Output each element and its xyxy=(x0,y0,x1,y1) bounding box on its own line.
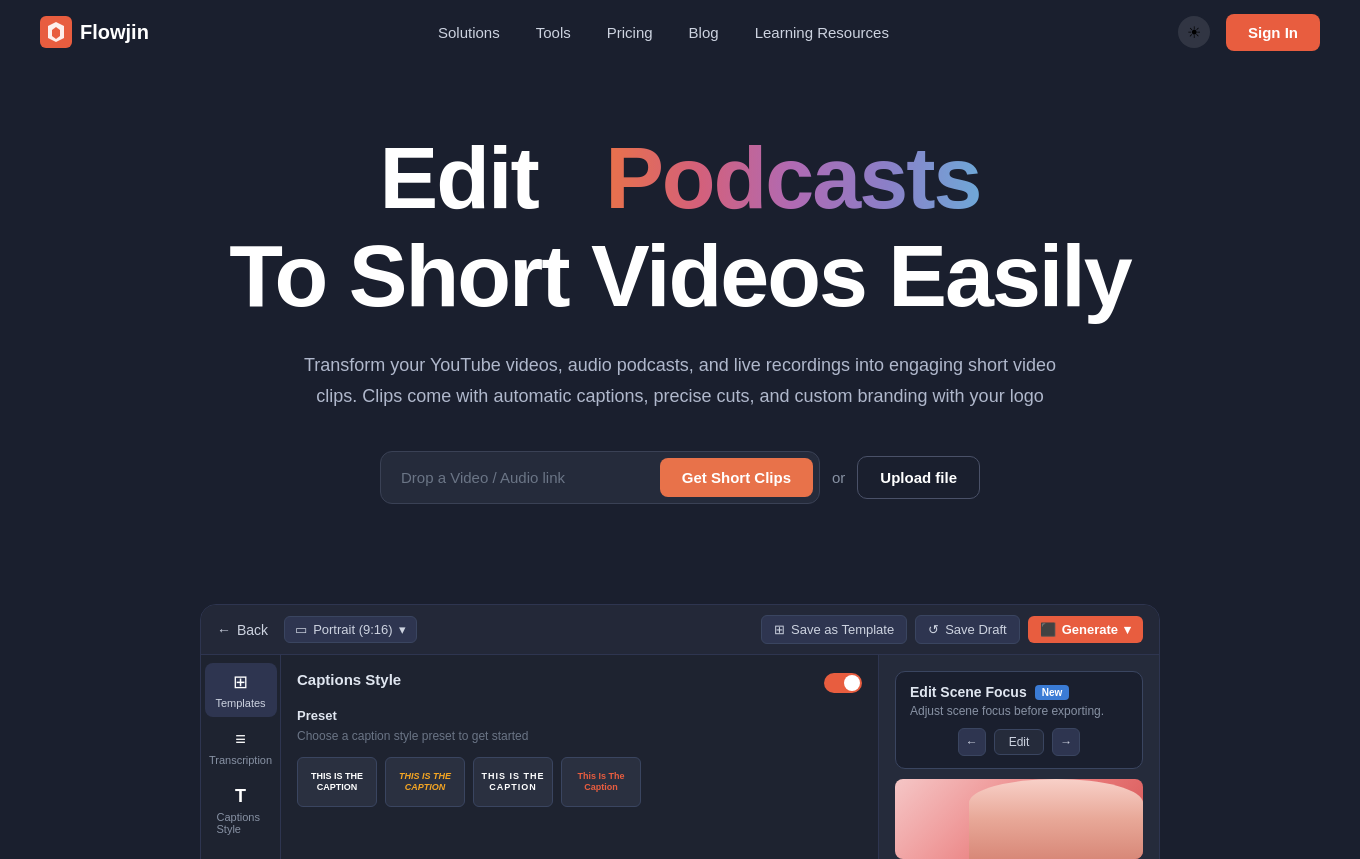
save-template-button[interactable]: ⊞ Save as Template xyxy=(761,615,907,644)
scene-focus-title: Edit Scene Focus xyxy=(910,684,1027,700)
caption-presets: THIS IS THE CAPTION THIS IS THE CAPTION … xyxy=(297,757,862,807)
url-input[interactable] xyxy=(401,469,660,486)
sidebar-transcription-label: Transcription xyxy=(209,754,272,766)
scene-prev-button[interactable]: ← xyxy=(958,728,986,756)
hero-section: Edit Podcasts To Short Videos Easily Tra… xyxy=(0,64,1360,554)
transcription-icon: ≡ xyxy=(235,729,246,750)
edit-focus-button[interactable]: Edit xyxy=(994,729,1045,755)
captions-icon: T xyxy=(235,786,246,807)
caption-preset-2[interactable]: THIS IS THE CAPTION xyxy=(385,757,465,807)
save-draft-label: Save Draft xyxy=(945,622,1006,637)
sidebar-item-templates[interactable]: ⊞ Templates xyxy=(205,663,277,717)
editor-preview: ← Back ▭ Portrait (9:16) ▾ ⊞ Save as Tem… xyxy=(200,604,1160,859)
scene-focus-card: Edit Scene Focus New Adjust scene focus … xyxy=(895,671,1143,769)
scene-focus-desc: Adjust scene focus before exporting. xyxy=(910,704,1128,718)
caption-toggle-row: Captions Style xyxy=(297,671,862,694)
editor-body: ⊞ Templates ≡ Transcription T Captions S… xyxy=(201,655,1159,859)
scene-next-button[interactable]: → xyxy=(1052,728,1080,756)
scene-focus-controls: ← Edit → xyxy=(910,728,1128,756)
sun-icon: ☀ xyxy=(1187,23,1201,42)
hero-title-podcasts: Podcasts xyxy=(605,128,980,227)
logo-text: Flowjin xyxy=(80,21,149,44)
portrait-icon: ▭ xyxy=(295,622,307,637)
upload-file-button[interactable]: Upload file xyxy=(857,456,980,499)
panel-title: Captions Style xyxy=(297,671,401,688)
theme-toggle-button[interactable]: ☀ xyxy=(1178,16,1210,48)
preset-sublabel: Choose a caption style preset to get sta… xyxy=(297,729,862,743)
preset-3-text: THIS IS THE CAPTION xyxy=(478,771,548,793)
nav-tools[interactable]: Tools xyxy=(536,24,571,41)
hero-title-line1: Edit Podcasts xyxy=(20,134,1340,222)
person-silhouette xyxy=(969,779,1143,859)
sidebar-captions-label: Captions Style xyxy=(217,811,265,835)
caption-preset-4[interactable]: This is the caption xyxy=(561,757,641,807)
generate-button[interactable]: ⬛ Generate ▾ xyxy=(1028,616,1143,643)
back-label: Back xyxy=(237,622,268,638)
or-label: or xyxy=(832,469,845,486)
editor-topbar: ← Back ▭ Portrait (9:16) ▾ ⊞ Save as Tem… xyxy=(201,605,1159,655)
hero-input-row: Get Short Clips or Upload file xyxy=(20,451,1340,504)
hero-title-edit: Edit xyxy=(380,128,538,227)
editor-sidebar: ⊞ Templates ≡ Transcription T Captions S… xyxy=(201,655,281,859)
portrait-selector[interactable]: ▭ Portrait (9:16) ▾ xyxy=(284,616,416,643)
editor-right-panel: Edit Scene Focus New Adjust scene focus … xyxy=(879,655,1159,859)
templates-icon: ⊞ xyxy=(233,671,248,693)
caption-toggle[interactable] xyxy=(824,673,862,693)
back-button[interactable]: ← Back xyxy=(217,622,268,638)
scene-focus-header: Edit Scene Focus New xyxy=(910,684,1128,700)
right-arrow-icon: → xyxy=(1060,735,1072,749)
nav-links: Solutions Tools Pricing Blog Learning Re… xyxy=(438,24,889,41)
preset-section: Preset Choose a caption style preset to … xyxy=(297,708,862,743)
generate-chevron-icon: ▾ xyxy=(1124,622,1131,637)
flowjin-logo-icon xyxy=(40,16,72,48)
chevron-down-icon: ▾ xyxy=(399,622,406,637)
editor-topbar-left: ← Back ▭ Portrait (9:16) ▾ xyxy=(217,616,417,643)
sidebar-item-transcription[interactable]: ≡ Transcription xyxy=(205,721,277,774)
editor-panel: Captions Style Preset Choose a caption s… xyxy=(281,655,879,859)
preset-4-text: This is the caption xyxy=(566,771,636,793)
url-input-container: Get Short Clips xyxy=(380,451,820,504)
sidebar-item-captions-style[interactable]: T Captions Style xyxy=(205,778,277,843)
generate-icon: ⬛ xyxy=(1040,622,1056,637)
preset-label: Preset xyxy=(297,708,862,723)
hero-subtitle: Transform your YouTube videos, audio pod… xyxy=(290,350,1070,411)
nav-blog[interactable]: Blog xyxy=(689,24,719,41)
save-template-label: Save as Template xyxy=(791,622,894,637)
sidebar-templates-label: Templates xyxy=(215,697,265,709)
sign-in-button[interactable]: Sign In xyxy=(1226,14,1320,51)
video-thumbnail xyxy=(895,779,1143,859)
get-short-clips-button[interactable]: Get Short Clips xyxy=(660,458,813,497)
save-draft-button[interactable]: ↺ Save Draft xyxy=(915,615,1019,644)
editor-topbar-right: ⊞ Save as Template ↺ Save Draft ⬛ Genera… xyxy=(761,615,1143,644)
nav-right: ☀ Sign In xyxy=(1178,14,1320,51)
caption-preset-3[interactable]: THIS IS THE CAPTION xyxy=(473,757,553,807)
left-arrow-icon: ← xyxy=(966,735,978,749)
draft-icon: ↺ xyxy=(928,622,939,637)
caption-preset-1[interactable]: THIS IS THE CAPTION xyxy=(297,757,377,807)
preset-1-text: THIS IS THE CAPTION xyxy=(302,771,372,793)
back-arrow-icon: ← xyxy=(217,622,231,638)
preset-2-text: THIS IS THE CAPTION xyxy=(390,771,460,793)
logo[interactable]: Flowjin xyxy=(40,16,149,48)
template-icon: ⊞ xyxy=(774,622,785,637)
navbar: Flowjin Solutions Tools Pricing Blog Lea… xyxy=(0,0,1360,64)
nav-learning-resources[interactable]: Learning Resources xyxy=(755,24,889,41)
generate-label: Generate xyxy=(1062,622,1118,637)
portrait-label: Portrait (9:16) xyxy=(313,622,392,637)
new-badge: New xyxy=(1035,685,1070,700)
nav-pricing[interactable]: Pricing xyxy=(607,24,653,41)
nav-solutions[interactable]: Solutions xyxy=(438,24,500,41)
hero-title-line2: To Short Videos Easily xyxy=(20,232,1340,320)
